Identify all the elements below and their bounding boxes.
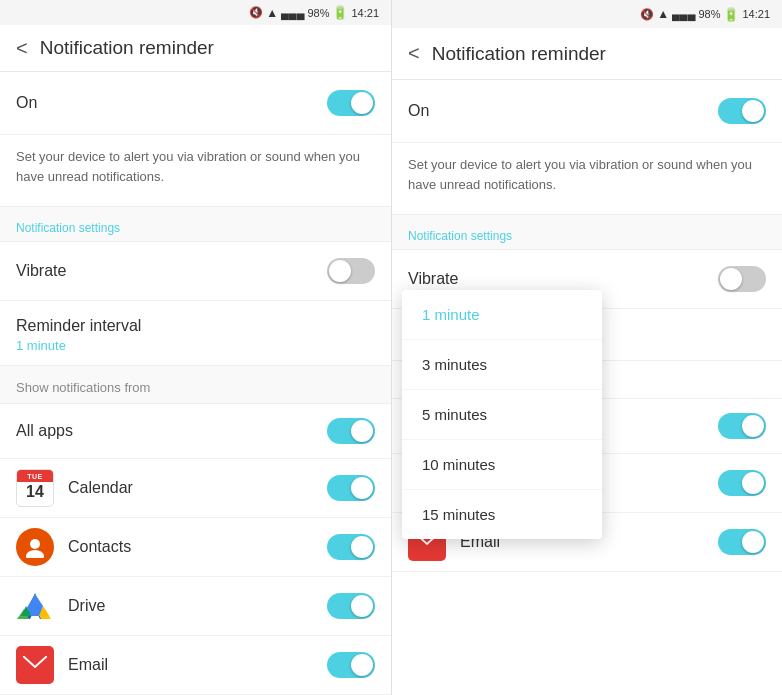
drive-icon-svg: [17, 588, 53, 624]
battery-text-right: 98%: [698, 8, 720, 20]
vibrate-toggle-left[interactable]: [327, 258, 375, 284]
svg-point-1: [26, 550, 44, 558]
on-label-right: On: [408, 102, 429, 120]
drive-icon-left: [16, 587, 54, 625]
app-row-email-left: Email: [0, 636, 391, 695]
status-bar-left: 🔇 ▲ ▄▄▄ 98% 🔋 14:21: [0, 0, 391, 25]
calendar-icon: TUE 14: [16, 469, 54, 507]
drive-toggle-right[interactable]: [718, 470, 766, 496]
contacts-label: Contacts: [68, 538, 327, 556]
dropdown-item-1min[interactable]: 1 minute: [402, 290, 602, 340]
dropdown-item-15min[interactable]: 15 minutes: [402, 490, 602, 539]
header-right: < Notification reminder: [392, 28, 782, 80]
toggle-knob-drive-left: [351, 595, 373, 617]
status-icons-left: 🔇 ▲ ▄▄▄ 98% 🔋 14:21: [249, 5, 379, 20]
time-left: 14:21: [351, 7, 379, 19]
vibrate-row-left: Vibrate: [0, 242, 391, 301]
dropdown-item-10min[interactable]: 10 minutes: [402, 440, 602, 490]
app-row-drive-left: Drive: [0, 577, 391, 636]
mute-icon-right: 🔇: [640, 8, 654, 21]
notif-settings-header-right: Notification settings: [392, 215, 782, 250]
email-svg-left: [23, 656, 47, 674]
toggle-knob-drive-right: [742, 472, 764, 494]
toggle-knob-allapps-right: [742, 415, 764, 437]
battery-text-left: 98%: [307, 7, 329, 19]
on-label-left: On: [16, 94, 37, 112]
time-right: 14:21: [742, 8, 770, 20]
calendar-toggle[interactable]: [327, 475, 375, 501]
reminder-title-left: Reminder interval: [16, 317, 375, 335]
signal-icon-right: ▄▄▄: [672, 8, 695, 20]
app-row-calendar: TUE 14 Calendar: [0, 459, 391, 518]
description-left: Set your device to alert you via vibrati…: [0, 135, 391, 207]
drive-toggle-left[interactable]: [327, 593, 375, 619]
toggle-knob-vibrate-right: [720, 268, 742, 290]
toggle-knob-email-right: [742, 531, 764, 553]
notif-settings-header-left: Notification settings: [0, 207, 391, 242]
all-apps-label-left: All apps: [16, 422, 73, 440]
back-button-right[interactable]: <: [408, 42, 420, 65]
right-panel: 🔇 ▲ ▄▄▄ 98% 🔋 14:21 < Notification remin…: [391, 0, 782, 695]
toggle-knob-contacts: [351, 536, 373, 558]
contacts-icon: [16, 528, 54, 566]
page-title-left: Notification reminder: [40, 37, 214, 59]
toggle-knob-on-left: [351, 92, 373, 114]
reminder-section-left[interactable]: Reminder interval 1 minute: [0, 301, 391, 366]
reminder-value-left: 1 minute: [16, 338, 375, 353]
email-toggle-right[interactable]: [718, 529, 766, 555]
battery-icon-left: 🔋: [332, 5, 348, 20]
email-label-left: Email: [68, 656, 327, 674]
left-panel: 🔇 ▲ ▄▄▄ 98% 🔋 14:21 < Notification remin…: [0, 0, 391, 695]
all-apps-toggle-right[interactable]: [718, 413, 766, 439]
dropdown-item-3min[interactable]: 3 minutes: [402, 340, 602, 390]
dropdown-item-5min[interactable]: 5 minutes: [402, 390, 602, 440]
app-row-contacts: Contacts: [0, 518, 391, 577]
wifi-icon-right: ▲: [657, 7, 669, 21]
on-row-right: On: [392, 80, 782, 143]
email-toggle-left[interactable]: [327, 652, 375, 678]
vibrate-label-right: Vibrate: [408, 270, 458, 288]
contacts-svg: [24, 536, 46, 558]
toggle-knob-email-left: [351, 654, 373, 676]
mute-icon: 🔇: [249, 6, 263, 19]
show-notif-header-left: Show notifications from: [0, 366, 391, 404]
toggle-knob-calendar: [351, 477, 373, 499]
all-apps-row-left: All apps: [0, 404, 391, 459]
description-right: Set your device to alert you via vibrati…: [392, 143, 782, 215]
header-left: < Notification reminder: [0, 25, 391, 72]
toggle-knob-vibrate-left: [329, 260, 351, 282]
wifi-icon: ▲: [266, 6, 278, 20]
drive-label-left: Drive: [68, 597, 327, 615]
vibrate-label-left: Vibrate: [16, 262, 66, 280]
on-row-left: On: [0, 72, 391, 135]
battery-icon-right: 🔋: [723, 7, 739, 22]
vibrate-toggle-right[interactable]: [718, 266, 766, 292]
on-toggle-right[interactable]: [718, 98, 766, 124]
toggle-knob-on-right: [742, 100, 764, 122]
toggle-knob-allapps-left: [351, 420, 373, 442]
back-button-left[interactable]: <: [16, 37, 28, 60]
status-icons-right: 🔇 ▲ ▄▄▄ 98% 🔋 14:21: [640, 7, 770, 22]
svg-point-0: [30, 539, 40, 549]
cal-header: TUE: [17, 470, 53, 482]
calendar-label: Calendar: [68, 479, 327, 497]
email-icon-left: [16, 646, 54, 684]
status-bar-right: 🔇 ▲ ▄▄▄ 98% 🔋 14:21: [392, 0, 782, 28]
signal-icon: ▄▄▄: [281, 7, 304, 19]
contacts-toggle[interactable]: [327, 534, 375, 560]
all-apps-toggle-left[interactable]: [327, 418, 375, 444]
page-title-right: Notification reminder: [432, 43, 606, 65]
on-toggle-left[interactable]: [327, 90, 375, 116]
reminder-dropdown[interactable]: 1 minute 3 minutes 5 minutes 10 minutes …: [402, 290, 602, 539]
cal-date: 14: [26, 484, 44, 500]
